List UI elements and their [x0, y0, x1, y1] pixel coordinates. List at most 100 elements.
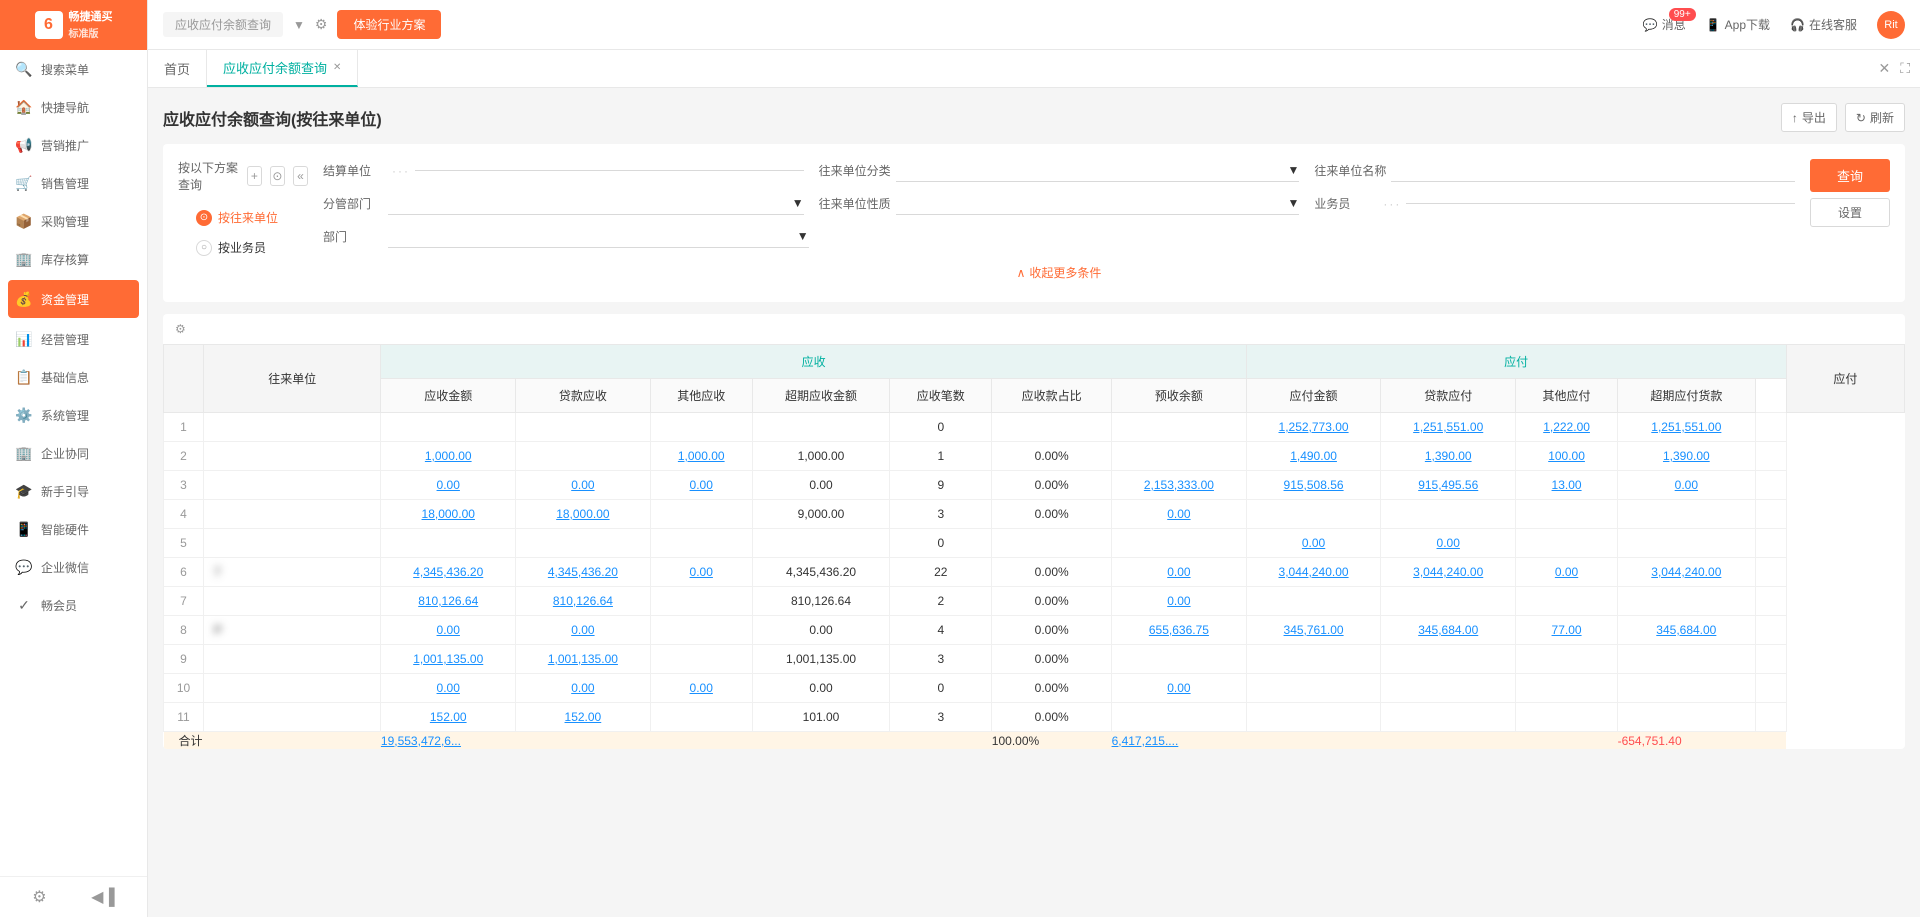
table-cell[interactable]: 0.00 — [650, 558, 752, 587]
table-cell[interactable]: 1,222.00 — [1516, 413, 1618, 442]
dept-manager-select[interactable]: ▼ — [388, 192, 804, 215]
filter-settings-button[interactable]: ⊙ — [270, 166, 285, 186]
table-cell[interactable]: 1,001,135.00 — [381, 645, 516, 674]
tab-close-all-icon[interactable]: ✕ — [1878, 60, 1890, 77]
table-settings-icon[interactable]: ⚙ — [175, 322, 186, 336]
table-cell[interactable]: 0.00 — [1112, 500, 1247, 529]
table-cell[interactable]: 0.00 — [1618, 471, 1756, 500]
sidebar-item-system[interactable]: ⚙️ 系统管理 — [0, 396, 147, 434]
sidebar-settings-icon[interactable]: ⚙ — [32, 887, 46, 907]
table-cell[interactable]: 2,153,333.00 — [1112, 471, 1247, 500]
partner-nature-select[interactable]: ▼ — [896, 192, 1300, 215]
topbar-settings-icon[interactable]: ⚙ — [315, 16, 328, 33]
table-cell[interactable]: 1,001,135.00 — [516, 645, 651, 674]
table-cell[interactable]: 3,044,240.00 — [1246, 558, 1381, 587]
sidebar-item-member[interactable]: ✓ 畅会员 — [0, 586, 147, 624]
tab-fullscreen-icon[interactable]: ⛶ — [1900, 60, 1910, 77]
sidebar-item-purchase[interactable]: 📦 采购管理 — [0, 202, 147, 240]
settings-button[interactable]: 设置 — [1810, 198, 1890, 227]
table-cell[interactable]: 0.00 — [381, 674, 516, 703]
table-scroll-area[interactable]: 往来单位 应收 应付 应付 应收金额 贷款应收 其他应收 超期应收金额 应收笔数… — [163, 344, 1905, 749]
table-cell[interactable]: 0.00 — [381, 471, 516, 500]
dept-select[interactable]: ▼ — [388, 225, 809, 248]
sidebar-item-enterprise[interactable]: 🏢 企业协同 — [0, 434, 147, 472]
online-service-button[interactable]: 🎧 在线客服 — [1790, 16, 1857, 33]
table-cell[interactable]: 100.00 — [1516, 442, 1618, 471]
table-cell[interactable]: 3,044,240.00 — [1381, 558, 1516, 587]
filter-option-by-unit[interactable]: ⊙ 按往来单位 — [188, 205, 308, 230]
topbar-dropdown-icon[interactable]: ▼ — [293, 18, 305, 32]
message-button[interactable]: 💬 消息 99+ — [1643, 16, 1686, 33]
table-cell[interactable]: 0.00 — [1112, 558, 1247, 587]
table-cell[interactable]: 1,390.00 — [1618, 442, 1756, 471]
sidebar-item-wechat[interactable]: 💬 企业微信 — [0, 548, 147, 586]
sidebar-item-sales[interactable]: 🛒 销售管理 — [0, 164, 147, 202]
table-cell[interactable]: 345,684.00 — [1381, 616, 1516, 645]
table-cell — [204, 442, 381, 471]
footer-ar-total[interactable]: 19,553,472,6... — [381, 732, 516, 750]
table-cell[interactable]: 0.00 — [1246, 529, 1381, 558]
tab-home[interactable]: 首页 — [148, 50, 207, 87]
filter-collapse-button[interactable]: ∧ 收起更多条件 — [323, 258, 1795, 287]
table-cell[interactable]: 4,345,436.20 — [381, 558, 516, 587]
table-cell[interactable]: 0.00 — [650, 471, 752, 500]
table-cell[interactable]: 18,000.00 — [516, 500, 651, 529]
table-cell[interactable]: 810,126.64 — [516, 587, 651, 616]
sidebar-item-marketing[interactable]: 📢 营销推广 — [0, 126, 147, 164]
table-cell[interactable]: 1,252,773.00 — [1246, 413, 1381, 442]
user-avatar[interactable]: Rit — [1877, 11, 1905, 39]
export-button[interactable]: ↑ 导出 — [1781, 103, 1837, 132]
table-cell[interactable]: 0.00 — [516, 616, 651, 645]
refresh-button[interactable]: ↻ 刷新 — [1845, 103, 1905, 132]
table-cell[interactable]: 0.00 — [1112, 587, 1247, 616]
sidebar-item-operation[interactable]: 📊 经营管理 — [0, 320, 147, 358]
table-cell[interactable]: 345,761.00 — [1246, 616, 1381, 645]
table-cell[interactable]: 810,126.64 — [381, 587, 516, 616]
table-cell[interactable]: 0.00 — [1112, 674, 1247, 703]
filter-add-button[interactable]: + — [247, 166, 262, 186]
table-cell[interactable]: 655,636.75 — [1112, 616, 1247, 645]
table-cell[interactable]: 4,345,436.20 — [516, 558, 651, 587]
table-cell[interactable]: 0.00 — [1381, 529, 1516, 558]
table-cell[interactable]: 915,495.56 — [1381, 471, 1516, 500]
sidebar-item-quick-nav[interactable]: 🏠 快捷导航 — [0, 88, 147, 126]
table-cell[interactable]: 0.00 — [381, 616, 516, 645]
app-download-button[interactable]: 📱 App下载 — [1706, 16, 1770, 33]
sidebar-item-smart-hw[interactable]: 📱 智能硬件 — [0, 510, 147, 548]
query-button[interactable]: 查询 — [1810, 159, 1890, 192]
table-cell[interactable]: 152.00 — [516, 703, 651, 732]
table-cell[interactable]: 1,000.00 — [381, 442, 516, 471]
sidebar-item-guide[interactable]: 🎓 新手引导 — [0, 472, 147, 510]
table-cell[interactable]: 1,390.00 — [1381, 442, 1516, 471]
table-cell[interactable]: 0.00 — [1516, 558, 1618, 587]
partner-category-select[interactable]: ▼ — [896, 159, 1300, 182]
table-cell[interactable]: 77.00 — [1516, 616, 1618, 645]
sidebar-item-inventory[interactable]: 🏢 库存核算 — [0, 240, 147, 278]
table-cell[interactable]: 0.00 — [516, 471, 651, 500]
table-cell[interactable]: 1,000.00 — [650, 442, 752, 471]
table-cell[interactable]: 345,684.00 — [1618, 616, 1756, 645]
tab-close-icon[interactable]: ✕ — [333, 62, 341, 73]
footer-prepaid[interactable]: 6,417,215.... — [1112, 732, 1247, 750]
table-cell[interactable]: 18,000.00 — [381, 500, 516, 529]
sidebar: 6 畅捷通买 标准版 🔍 搜索菜单 🏠 快捷导航 📢 营销推广 🛒 销售管理 📦… — [0, 0, 148, 917]
sidebar-item-finance[interactable]: 💰 资金管理 — [8, 280, 139, 318]
table-cell[interactable]: 1,490.00 — [1246, 442, 1381, 471]
sidebar-item-basic-info[interactable]: 📋 基础信息 — [0, 358, 147, 396]
solution-button[interactable]: 体验行业方案 — [337, 10, 441, 39]
table-cell[interactable]: 915,508.56 — [1246, 471, 1381, 500]
table-cell[interactable]: 0.00 — [650, 674, 752, 703]
table-cell[interactable]: 3,044,240.00 — [1618, 558, 1756, 587]
table-row: 8P0.000.000.0040.00%655,636.75345,761.00… — [164, 616, 1905, 645]
sidebar-item-search-menu[interactable]: 🔍 搜索菜单 — [0, 50, 147, 88]
partner-name-input[interactable] — [1391, 159, 1795, 182]
table-cell[interactable]: 13.00 — [1516, 471, 1618, 500]
tab-ar-ap[interactable]: 应收应付余额查询 ✕ — [207, 50, 358, 87]
filter-collapse-button[interactable]: « — [293, 166, 308, 186]
table-cell[interactable]: 1,251,551.00 — [1618, 413, 1756, 442]
table-cell[interactable]: 1,251,551.00 — [1381, 413, 1516, 442]
table-cell[interactable]: 0.00 — [516, 674, 651, 703]
sidebar-collapse-icon[interactable]: ◀▐ — [91, 887, 115, 907]
table-cell[interactable]: 152.00 — [381, 703, 516, 732]
filter-option-by-staff[interactable]: ○ 按业务员 — [188, 235, 308, 260]
